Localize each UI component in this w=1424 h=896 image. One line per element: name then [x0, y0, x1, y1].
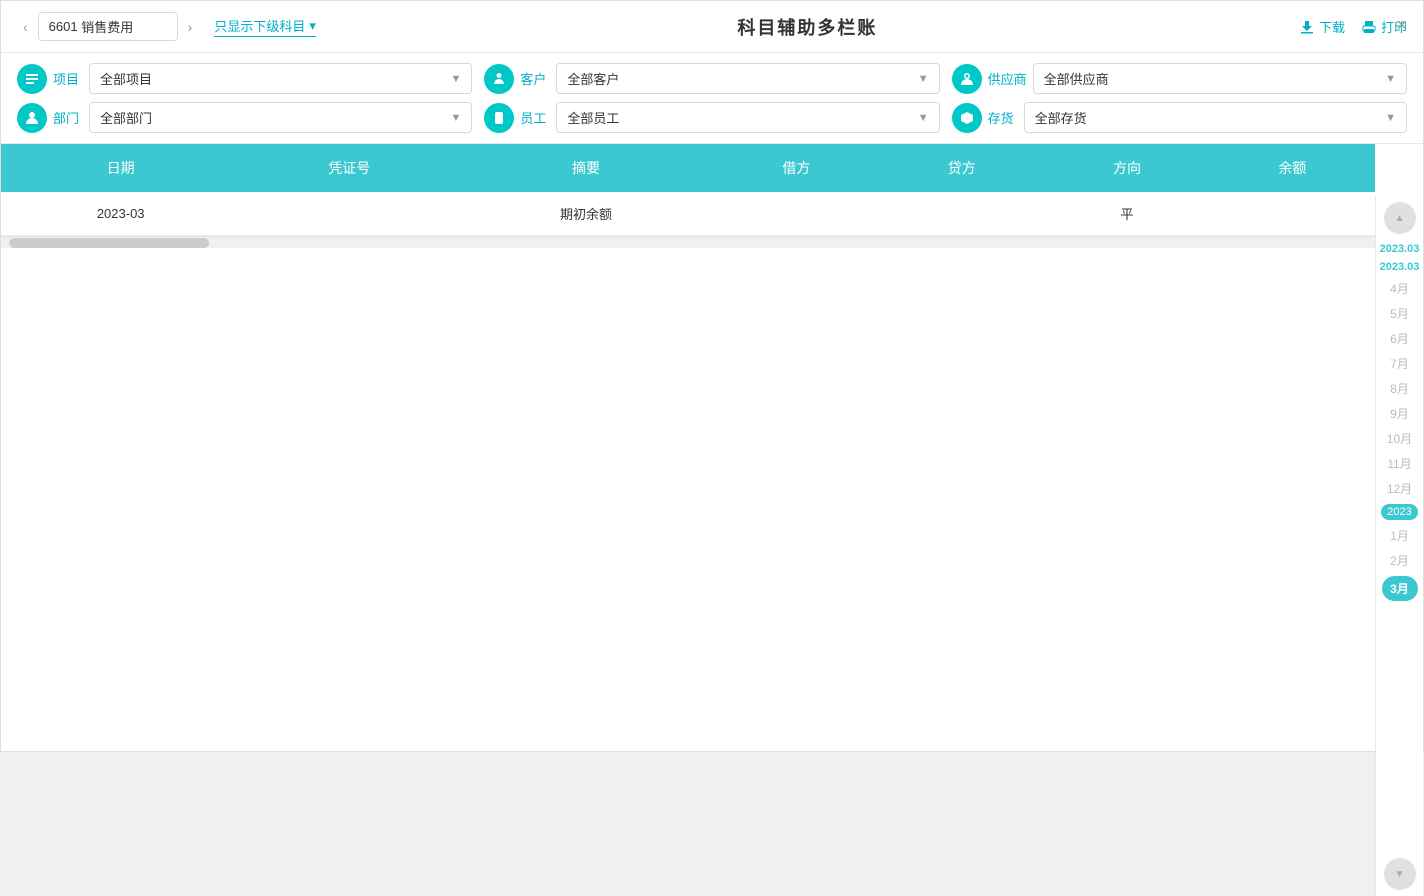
- project-label: 项目: [53, 69, 83, 88]
- col-voucher: 凭证号: [240, 144, 458, 192]
- col-debit: 借方: [714, 144, 879, 192]
- account-code: 6601: [49, 19, 78, 34]
- timeline-items: 2023.032023.034月5月6月7月8月9月10月11月12月20231…: [1376, 240, 1423, 852]
- table-container: 日期 凭证号 摘要 借方 贷方 方向 余额 2023-03 期初余额 平: [1, 144, 1375, 724]
- employee-select[interactable]: 全部员工 ▼: [556, 102, 939, 133]
- cell-balance: [1210, 192, 1375, 236]
- filter-project: 项目 全部项目 ▼: [17, 63, 472, 94]
- col-balance: 余额: [1210, 144, 1375, 192]
- project-value: 全部项目: [100, 69, 152, 88]
- timeline-item[interactable]: 12月: [1376, 476, 1423, 501]
- top-actions: 下载 打印: [1299, 17, 1407, 36]
- department-arrow: ▼: [450, 112, 461, 124]
- ledger-table: 日期 凭证号 摘要 借方 贷方 方向 余额 2023-03 期初余额 平: [1, 144, 1375, 236]
- filter-supplier: 供应商 全部供应商 ▼: [952, 63, 1407, 94]
- nav-next-button[interactable]: ›: [182, 17, 199, 37]
- horizontal-scrollbar[interactable]: [1, 236, 1375, 248]
- customer-arrow: ▼: [918, 73, 929, 85]
- customer-value: 全部客户: [567, 69, 619, 88]
- cell-direction: 平: [1044, 192, 1209, 236]
- project-select[interactable]: 全部项目 ▼: [89, 63, 472, 94]
- filter-department: 部门 全部部门 ▼: [17, 102, 472, 133]
- print-icon: [1361, 19, 1377, 35]
- account-label[interactable]: 6601 销售费用: [38, 12, 178, 41]
- timeline-item[interactable]: 2023.03: [1376, 258, 1423, 276]
- table-row: 2023-03 期初余额 平: [1, 192, 1375, 236]
- employee-value: 全部员工: [567, 108, 619, 127]
- timeline-item[interactable]: 2023: [1381, 504, 1417, 520]
- cell-summary: 期初余额: [458, 192, 714, 236]
- cell-debit: [714, 192, 879, 236]
- inventory-label: 存货: [988, 108, 1018, 127]
- cell-voucher: [240, 192, 458, 236]
- filter-inventory: 存货 全部存货 ▼: [952, 102, 1407, 133]
- department-select[interactable]: 全部部门 ▼: [89, 102, 472, 133]
- cell-date: 2023-03: [1, 192, 240, 236]
- inventory-value: 全部存货: [1035, 108, 1087, 127]
- supplier-select[interactable]: 全部供应商 ▼: [1033, 63, 1407, 94]
- timeline-item[interactable]: 9月: [1376, 401, 1423, 426]
- department-icon: [17, 103, 47, 133]
- timeline-item[interactable]: 10月: [1376, 426, 1423, 451]
- employee-label: 员工: [520, 108, 550, 127]
- inventory-icon: [952, 103, 982, 133]
- timeline-item[interactable]: 8月: [1376, 376, 1423, 401]
- nav-prev-button[interactable]: ‹: [17, 17, 34, 37]
- timeline: ▲ 2023.032023.034月5月6月7月8月9月10月11月12月202…: [1375, 196, 1423, 896]
- timeline-item[interactable]: 1月: [1376, 523, 1423, 548]
- timeline-item[interactable]: 5月: [1376, 301, 1423, 326]
- top-bar: ‹ 6601 销售费用 › 只显示下级科目 ▾ 科目辅助多栏账 下载: [1, 1, 1423, 53]
- filter-row-1: 项目 全部项目 ▼ 客户 全部客户 ▼ 供应: [17, 63, 1407, 94]
- timeline-item[interactable]: 7月: [1376, 351, 1423, 376]
- supplier-value: 全部供应商: [1044, 69, 1109, 88]
- filter-row-2: 部门 全部部门 ▼ 员工 全部员工 ▼ 存货: [17, 102, 1407, 133]
- employee-arrow: ▼: [918, 112, 929, 124]
- show-sub-toggle[interactable]: 只显示下级科目 ▾: [214, 16, 316, 37]
- download-icon: [1299, 19, 1315, 35]
- download-label: 下载: [1319, 17, 1345, 36]
- col-credit: 贷方: [879, 144, 1044, 192]
- inventory-select[interactable]: 全部存货 ▼: [1024, 102, 1407, 133]
- timeline-item[interactable]: 4月: [1376, 276, 1423, 301]
- col-direction: 方向: [1044, 144, 1209, 192]
- timeline-item[interactable]: 3月: [1382, 576, 1418, 601]
- col-date: 日期: [1, 144, 240, 192]
- customer-select[interactable]: 全部客户 ▼: [556, 63, 939, 94]
- timeline-item[interactable]: 2023.03: [1376, 240, 1423, 258]
- department-value: 全部部门: [100, 108, 152, 127]
- col-summary: 摘要: [458, 144, 714, 192]
- filter-customer: 客户 全部客户 ▼: [484, 63, 939, 94]
- inventory-arrow: ▼: [1385, 112, 1396, 124]
- account-name: 销售费用: [81, 17, 133, 36]
- download-button[interactable]: 下载: [1299, 17, 1345, 36]
- customer-icon: [484, 64, 514, 94]
- project-arrow: ▼: [450, 73, 461, 85]
- timeline-item[interactable]: 6月: [1376, 326, 1423, 351]
- timeline-up-icon: ▲: [1395, 213, 1405, 224]
- project-icon: [17, 64, 47, 94]
- timeline-down-button[interactable]: ▼: [1384, 858, 1416, 890]
- cell-credit: [879, 192, 1044, 236]
- close-button[interactable]: ×: [1396, 15, 1407, 36]
- supplier-label: 供应商: [988, 69, 1027, 88]
- table-header-row: 日期 凭证号 摘要 借方 贷方 方向 余额: [1, 144, 1375, 192]
- timeline-item[interactable]: 2月: [1376, 548, 1423, 573]
- timeline-item[interactable]: 11月: [1376, 451, 1423, 476]
- timeline-up-button[interactable]: ▲: [1384, 202, 1416, 234]
- supplier-icon: [952, 64, 982, 94]
- main-window: × ‹ 6601 销售费用 › 只显示下级科目 ▾ 科目辅助多栏账 下载: [0, 0, 1424, 752]
- timeline-down-icon: ▼: [1395, 869, 1405, 880]
- page-title: 科目辅助多栏账: [316, 14, 1299, 40]
- filter-area: 项目 全部项目 ▼ 客户 全部客户 ▼ 供应: [1, 53, 1423, 144]
- supplier-arrow: ▼: [1385, 73, 1396, 85]
- department-label: 部门: [53, 108, 83, 127]
- show-sub-label: 只显示下级科目: [214, 16, 305, 35]
- employee-icon: [484, 103, 514, 133]
- customer-label: 客户: [520, 69, 550, 88]
- filter-employee: 员工 全部员工 ▼: [484, 102, 939, 133]
